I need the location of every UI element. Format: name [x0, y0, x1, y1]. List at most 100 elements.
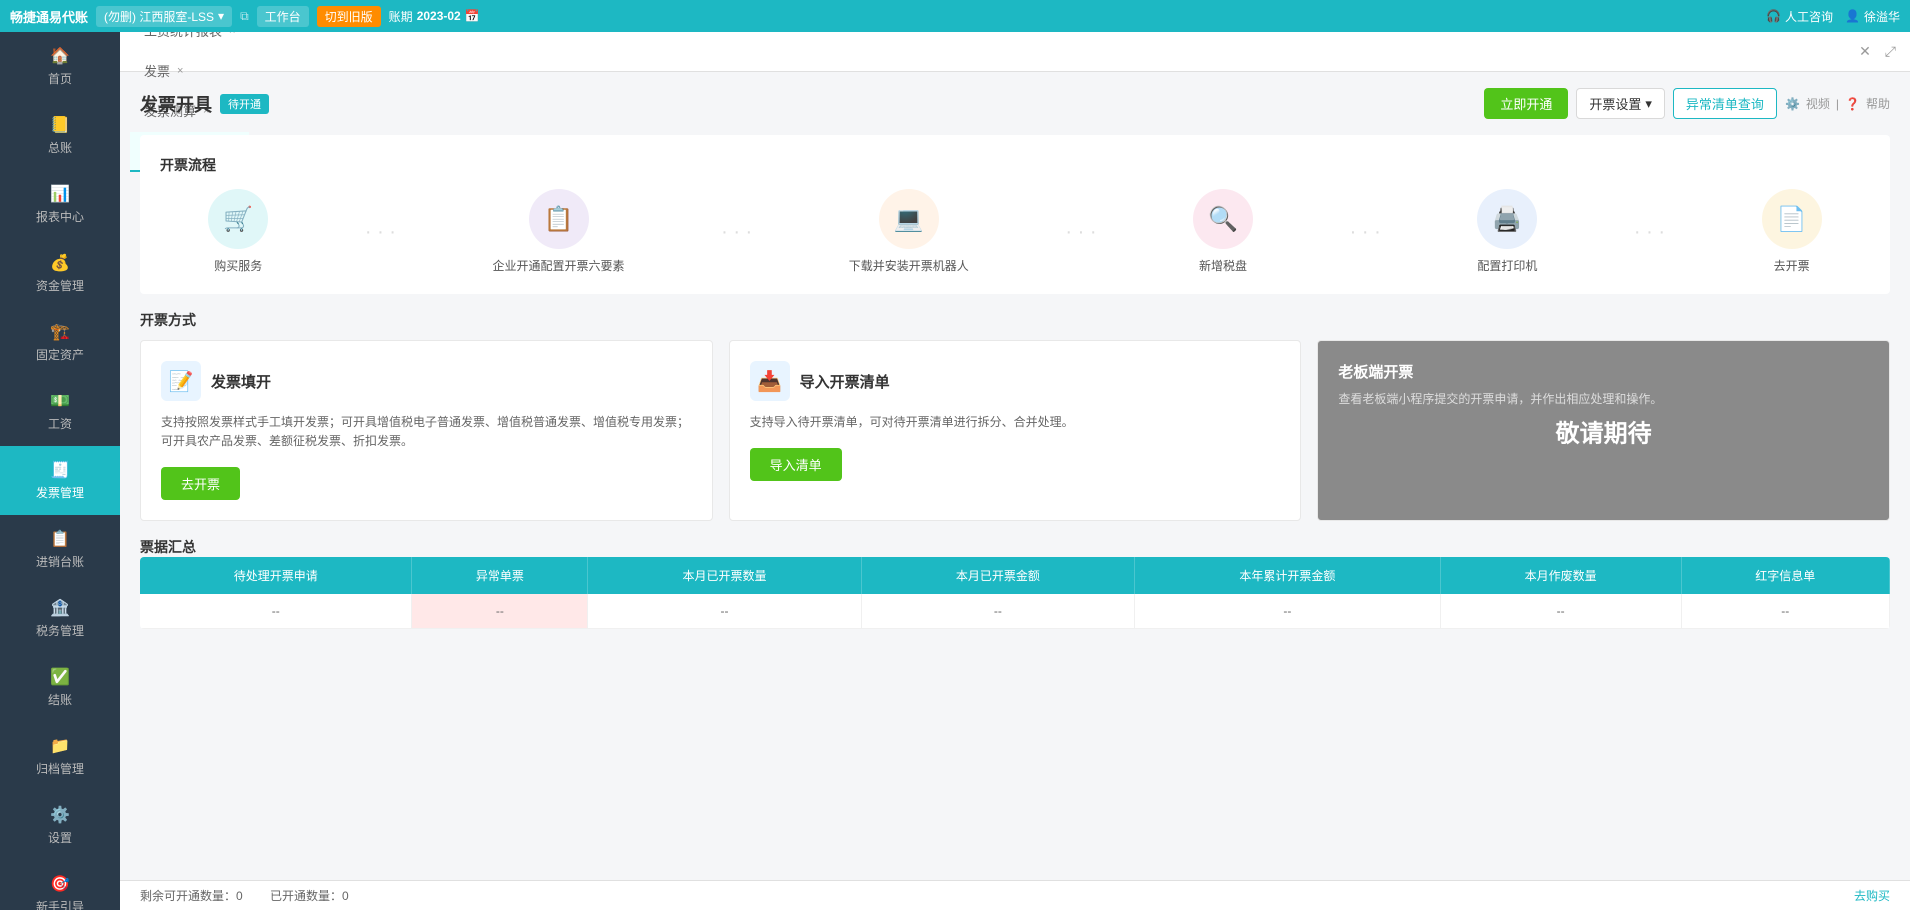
sidebar-icon: 🎯	[50, 874, 70, 894]
bottom-bar: 剩余可开通数量：0 已开通数量：0 去购买	[120, 880, 1910, 910]
help-icon: ❓	[1845, 97, 1860, 111]
step-icon-4: 🖨️	[1477, 189, 1537, 249]
method-card-2: 老板端开票 查看老板端小程序提交的开票申请，并作出相应处理和操作。 敬请期待	[1317, 340, 1890, 521]
remaining-count-label: 剩余可开通数量：0	[140, 889, 243, 903]
method-btn-0[interactable]: 去开票	[161, 467, 240, 500]
method-header-1: 📥 导入开票清单	[750, 361, 1281, 401]
summary-col-header: 异常单票	[412, 557, 588, 594]
sidebar-item-新手引导[interactable]: 🎯新手引导	[0, 860, 120, 910]
step-icon-1: 📋	[529, 189, 589, 249]
close-tab-button[interactable]: ✕	[1855, 41, 1875, 62]
sidebar-item-资金管理[interactable]: 💰资金管理	[0, 239, 120, 308]
step-arrow: · · ·	[365, 222, 396, 242]
app-body: 🏠首页📒总账📊报表中心💰资金管理🏗️固定资产💵工资🧾发票管理📋进销台账🏦税务管理…	[0, 32, 1910, 910]
summary-cell-1: --	[412, 594, 588, 629]
method-desc-2: 查看老板端小程序提交的开票申请，并作出相应处理和操作。	[1338, 390, 1869, 409]
tab-工资统计报表[interactable]: 工资统计报表×	[130, 32, 249, 52]
summary-cell-0: --	[140, 594, 412, 629]
open-settings-button[interactable]: 开票设置 ▾	[1576, 88, 1665, 119]
maximize-button[interactable]: ⤢	[1881, 41, 1900, 62]
step-label-4: 配置打印机	[1477, 257, 1537, 274]
workspace-button[interactable]: 工作台	[257, 6, 309, 27]
summary-cell-4: --	[1134, 594, 1440, 629]
tab-bar-actions: ✕ ⤢	[1855, 41, 1900, 62]
step-arrow: · · ·	[1065, 222, 1096, 242]
process-step-2: 💻 下载并安装开票机器人	[849, 189, 969, 274]
step-icon-5: 📄	[1762, 189, 1822, 249]
sidebar-icon: 🏦	[50, 598, 70, 618]
process-step-1: 📋 企业开通配置开票六要素	[493, 189, 625, 274]
summary-col-header: 本月已开票数量	[588, 557, 861, 594]
header-right-info: ⚙️ 视频 | ❓ 帮助	[1785, 95, 1890, 112]
purchase-link[interactable]: 去购买	[1854, 887, 1890, 904]
sidebar-item-固定资产[interactable]: 🏗️固定资产	[0, 308, 120, 377]
method-title-2: 老板端开票	[1338, 361, 1869, 382]
sidebar-icon: 📊	[50, 184, 70, 204]
step-label-0: 购买服务	[214, 257, 262, 274]
sidebar-item-首页[interactable]: 🏠首页	[0, 32, 120, 101]
summary-col-header: 本年累计开票金额	[1134, 557, 1440, 594]
tab-bar: 首页工资表×工资统计报表×发票×发票测算×发票开具× ✕ ⤢	[120, 32, 1910, 72]
sidebar-icon: 🏠	[50, 46, 70, 66]
step-label-5: 去开票	[1774, 257, 1810, 274]
page-header-actions: 立即开通 开票设置 ▾ 异常清单查询 ⚙️ 视频 | ❓ 帮助	[1484, 88, 1890, 119]
period-selector[interactable]: 账期 2023-02 📅	[389, 8, 480, 25]
summary-section: 待处理开票申请异常单票本月已开票数量本月已开票金额本年累计开票金额本月作废数量红…	[140, 557, 1890, 629]
switch-old-button[interactable]: 切到旧版	[317, 6, 381, 27]
sidebar-item-进销台账[interactable]: 📋进销台账	[0, 515, 120, 584]
summary-table: 待处理开票申请异常单票本月已开票数量本月已开票金额本年累计开票金额本月作废数量红…	[140, 557, 1890, 629]
sidebar-item-归档管理[interactable]: 📁归档管理	[0, 722, 120, 791]
methods-section: 📝 发票填开 支持按照发票样式手工填开发票；可开具增值税电子普通发票、增值税普通…	[140, 340, 1890, 521]
page-content: 发票开具 待开通 立即开通 开票设置 ▾ 异常清单查询 ⚙️ 视频 | ❓	[120, 72, 1910, 880]
overlay-text-2: 敬请期待	[1556, 413, 1652, 448]
summary-cell-6: --	[1681, 594, 1889, 629]
customer-service-button[interactable]: 🎧 人工咨询	[1766, 8, 1833, 25]
sidebar-icon: 📁	[50, 736, 70, 756]
top-bar: 畅捷通易代账 (勿删) 江西服室-LSS ▾ ⧉ 工作台 切到旧版 账期 202…	[0, 0, 1910, 32]
user-avatar-icon: 👤	[1845, 9, 1860, 23]
process-step-5: 📄 去开票	[1762, 189, 1822, 274]
chevron-down-icon: ▾	[1645, 96, 1652, 112]
company-selector[interactable]: (勿删) 江西服室-LSS ▾	[96, 6, 232, 27]
summary-cell-5: --	[1440, 594, 1681, 629]
close-tab-icon[interactable]: ×	[229, 32, 235, 37]
summary-cell-3: --	[861, 594, 1134, 629]
sidebar-nav: 🏠首页📒总账📊报表中心💰资金管理🏗️固定资产💵工资🧾发票管理📋进销台账🏦税务管理…	[0, 32, 120, 910]
sidebar-icon: 💵	[50, 391, 70, 411]
step-label-2: 下载并安装开票机器人	[849, 257, 969, 274]
content-area: 首页工资表×工资统计报表×发票×发票测算×发票开具× ✕ ⤢ 发票开具 待开通 …	[120, 32, 1910, 910]
app-logo: 畅捷通易代账	[10, 7, 88, 26]
method-btn-1[interactable]: 导入清单	[750, 448, 842, 481]
sidebar-item-结账[interactable]: ✅结账	[0, 653, 120, 722]
immediate-open-button[interactable]: 立即开通	[1484, 88, 1568, 119]
method-desc-0: 支持按照发票样式手工填开发票；可开具增值税电子普通发票、增值税普通发票、增值税专…	[161, 413, 692, 451]
sidebar-item-报表中心[interactable]: 📊报表中心	[0, 170, 120, 239]
summary-col-header: 红字信息单	[1681, 557, 1889, 594]
status-badge: 待开通	[220, 94, 269, 114]
summary-col-header: 待处理开票申请	[140, 557, 412, 594]
sidebar-item-工资[interactable]: 💵工资	[0, 377, 120, 446]
step-icon-3: 🔍	[1193, 189, 1253, 249]
sidebar: 🏠首页📒总账📊报表中心💰资金管理🏗️固定资产💵工资🧾发票管理📋进销台账🏦税务管理…	[0, 32, 120, 910]
user-menu[interactable]: 👤 徐溢华	[1845, 8, 1900, 25]
process-step-3: 🔍 新增税盘	[1193, 189, 1253, 274]
abnormal-query-button[interactable]: 异常清单查询	[1673, 88, 1777, 119]
summary-section-title: 票据汇总	[140, 537, 1890, 557]
sidebar-item-发票管理[interactable]: 🧾发票管理	[0, 446, 120, 515]
method-desc-1: 支持导入待开票清单，可对待开票清单进行拆分、合并处理。	[750, 413, 1281, 432]
sidebar-item-设置[interactable]: ⚙️设置	[0, 791, 120, 860]
process-step-0: 🛒 购买服务	[208, 189, 268, 274]
step-label-3: 新增税盘	[1199, 257, 1247, 274]
period-label: 账期	[389, 8, 413, 25]
sidebar-icon: 🧾	[50, 460, 70, 480]
process-section: 开票流程 🛒 购买服务 · · · 📋 企业开通配置开票六要素 · · · 💻 …	[140, 135, 1890, 294]
sidebar-item-税务管理[interactable]: 🏦税务管理	[0, 584, 120, 653]
sidebar-item-总账[interactable]: 📒总账	[0, 101, 120, 170]
summary-col-header: 本月作废数量	[1440, 557, 1681, 594]
sidebar-icon: 🏗️	[50, 322, 70, 342]
copy-icon[interactable]: ⧉	[240, 9, 249, 24]
methods-section-title: 开票方式	[140, 310, 1890, 330]
page-title: 发票开具	[140, 91, 212, 117]
period-value: 2023-02	[417, 9, 461, 23]
chevron-down-icon: ▾	[218, 9, 224, 23]
